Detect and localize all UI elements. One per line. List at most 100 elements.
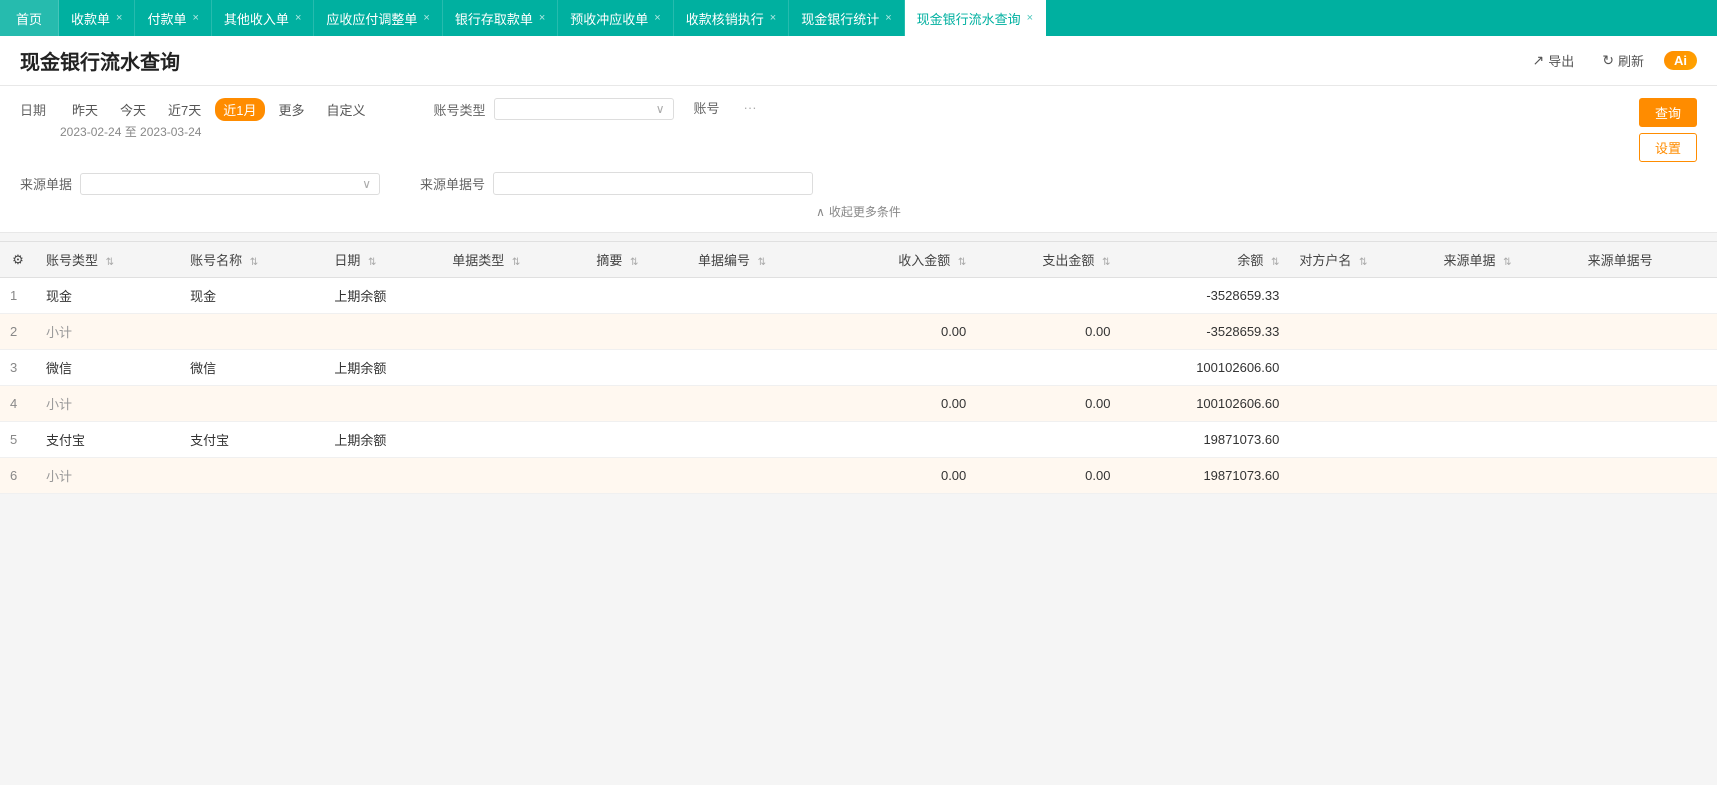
table-cell (976, 350, 1120, 386)
date-btn-yesterday[interactable]: 昨天 (64, 98, 106, 121)
account-ellipsis[interactable]: ··· (738, 98, 763, 117)
close-icon[interactable]: × (423, 12, 429, 24)
table-cell (1434, 386, 1578, 422)
table-cell (1289, 422, 1433, 458)
close-icon[interactable]: × (654, 12, 660, 24)
date-filter-label: 日期 (20, 100, 56, 119)
close-icon[interactable]: × (192, 12, 198, 24)
sort-account-type-icon: ⇅ (106, 257, 114, 268)
settings-button[interactable]: 设置 (1639, 133, 1697, 162)
col-summary[interactable]: 摘要 ⇅ (586, 242, 688, 278)
table-cell: 支付宝 (36, 422, 180, 458)
source-doc-select[interactable]: ∨ (80, 173, 380, 195)
nav-tab-fukuan[interactable]: 付款单 × (135, 0, 211, 36)
query-button[interactable]: 查询 (1639, 98, 1697, 127)
ai-button[interactable]: Ai (1664, 51, 1697, 70)
sort-income-icon: ⇅ (958, 257, 966, 268)
col-source-doc[interactable]: 来源单据 ⇅ (1434, 242, 1578, 278)
date-range-display: 2023-02-24 至 2023-03-24 (60, 123, 374, 140)
table-row: 4小计0.000.00100102606.60 (0, 386, 1717, 422)
table-cell: 100102606.60 (1120, 386, 1289, 422)
header-actions: ↗ 导出 ↻ 刷新 Ai (1525, 47, 1698, 74)
nav-tab-yinhang[interactable]: 银行存取款单 × (443, 0, 558, 36)
account-type-select[interactable]: ∨ (494, 98, 674, 120)
table-cell (442, 386, 586, 422)
nav-tab-label: 付款单 (147, 9, 186, 28)
table-body: 1现金现金上期余额-3528659.332小计0.000.00-3528659.… (0, 278, 1717, 494)
table-cell (1434, 314, 1578, 350)
nav-tab-tongji[interactable]: 现金银行统计 × (789, 0, 904, 36)
table-cell (688, 314, 832, 350)
col-doc-type[interactable]: 单据类型 ⇅ (442, 242, 586, 278)
refresh-button[interactable]: ↻ 刷新 (1594, 47, 1652, 74)
table-cell (832, 278, 976, 314)
table-cell: 3 (0, 350, 36, 386)
table-cell (586, 422, 688, 458)
col-income[interactable]: 收入金额 ⇅ (832, 242, 976, 278)
date-btn-custom[interactable]: 自定义 (319, 98, 374, 121)
nav-home[interactable]: 首页 (0, 0, 59, 36)
nav-tab-yushou[interactable]: 预收冲应收单 × (558, 0, 673, 36)
nav-tab-tiaozheng[interactable]: 应收应付调整单 × (314, 0, 442, 36)
table-settings-col[interactable]: ⚙ (0, 242, 36, 278)
source-doc-num-label: 来源单据号 (420, 174, 485, 193)
table-cell (442, 314, 586, 350)
top-navigation: 首页 收款单 × 付款单 × 其他收入单 × 应收应付调整单 × 银行存取款单 … (0, 0, 1717, 36)
col-account-type[interactable]: 账号类型 ⇅ (36, 242, 180, 278)
nav-tab-label: 应收应付调整单 (326, 9, 417, 28)
table-cell (586, 350, 688, 386)
col-date[interactable]: 日期 ⇅ (324, 242, 442, 278)
nav-tab-label: 现金银行统计 (801, 9, 879, 28)
export-button[interactable]: ↗ 导出 (1525, 47, 1583, 74)
col-source-doc-num[interactable]: 来源单据号 (1578, 242, 1717, 278)
table-cell (442, 278, 586, 314)
col-account-name[interactable]: 账号名称 ⇅ (180, 242, 324, 278)
table-cell (688, 278, 832, 314)
collapse-bar[interactable]: ∧ 收起更多条件 (20, 203, 1697, 220)
table-cell (442, 458, 586, 494)
date-btn-today[interactable]: 今天 (112, 98, 154, 121)
sort-expense-icon: ⇅ (1102, 257, 1110, 268)
col-doc-number-label: 单据编号 (698, 253, 750, 268)
table-cell: 0.00 (832, 314, 976, 350)
date-btn-1month[interactable]: 近1月 (215, 98, 264, 121)
close-icon[interactable]: × (116, 12, 122, 24)
table-cell (1289, 278, 1433, 314)
table-cell (688, 386, 832, 422)
close-icon[interactable]: × (1027, 12, 1033, 24)
nav-tab-qitashouru[interactable]: 其他收入单 × (212, 0, 314, 36)
col-counterparty[interactable]: 对方户名 ⇅ (1289, 242, 1433, 278)
refresh-label: 刷新 (1618, 51, 1644, 70)
source-doc-label: 来源单据 (20, 174, 72, 193)
close-icon[interactable]: × (295, 12, 301, 24)
col-account-type-label: 账号类型 (46, 253, 98, 268)
table-cell (1578, 278, 1717, 314)
collapse-up-icon: ∧ (816, 205, 825, 219)
col-expense[interactable]: 支出金额 ⇅ (976, 242, 1120, 278)
table-cell (1289, 314, 1433, 350)
table-cell (442, 422, 586, 458)
close-icon[interactable]: × (770, 12, 776, 24)
col-doc-number[interactable]: 单据编号 ⇅ (688, 242, 832, 278)
nav-tab-label: 其他收入单 (224, 9, 289, 28)
close-icon[interactable]: × (539, 12, 545, 24)
nav-tab-shokuan[interactable]: 收款单 × (59, 0, 135, 36)
table-cell: 0.00 (976, 314, 1120, 350)
sort-counterparty-icon: ⇅ (1359, 257, 1367, 268)
table-cell: 现金 (36, 278, 180, 314)
col-counterparty-label: 对方户名 (1299, 253, 1351, 268)
table-cell: 上期余额 (324, 350, 442, 386)
date-btn-more[interactable]: 更多 (271, 98, 313, 121)
table-cell (1434, 458, 1578, 494)
source-doc-num-input[interactable] (493, 172, 813, 195)
date-btn-7days[interactable]: 近7天 (160, 98, 209, 121)
nav-tab-shoukuan-hexiao[interactable]: 收款核销执行 × (674, 0, 789, 36)
col-balance[interactable]: 余额 ⇅ (1120, 242, 1289, 278)
table-cell (180, 314, 324, 350)
table-cell: 0.00 (976, 386, 1120, 422)
col-date-label: 日期 (334, 253, 360, 268)
table-cell (1434, 422, 1578, 458)
close-icon[interactable]: × (885, 12, 891, 24)
nav-tab-liushui[interactable]: 现金银行流水查询 × (905, 0, 1046, 36)
col-balance-label: 余额 (1237, 253, 1263, 268)
